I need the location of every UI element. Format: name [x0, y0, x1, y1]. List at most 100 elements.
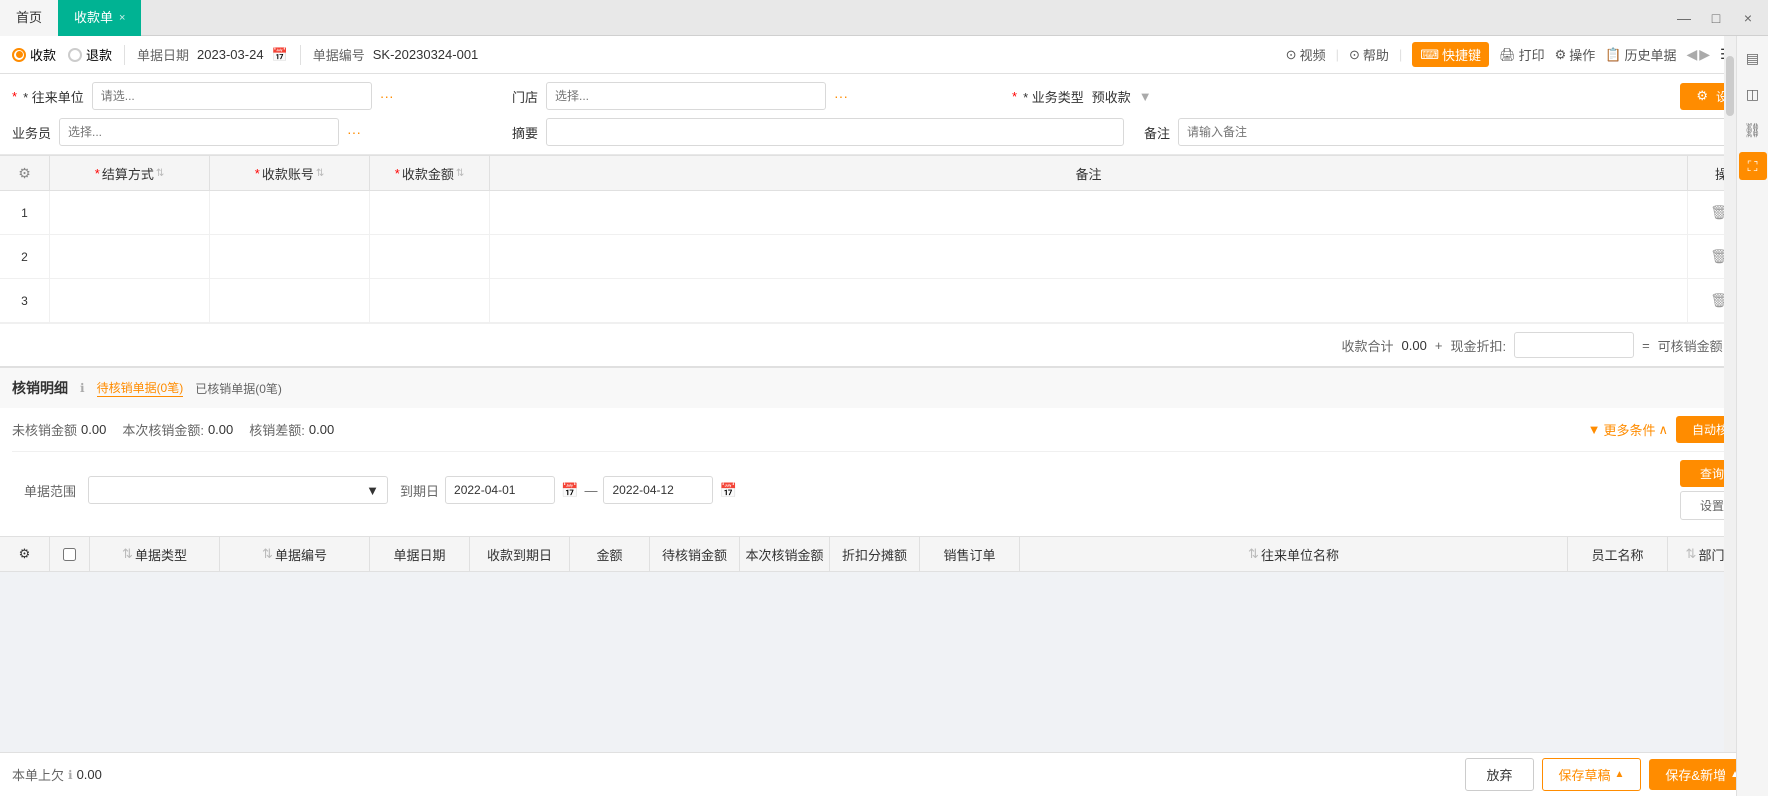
footer: 本单上欠 ℹ 0.00 放弃 保存草稿 ▲ 保存&新增 ▲: [0, 752, 1768, 796]
td-remark-1[interactable]: [490, 191, 1688, 234]
store-label: 门店: [512, 87, 538, 106]
history-icon: 📋: [1605, 47, 1621, 63]
receipt-type-group: 收款 退款: [12, 45, 112, 64]
bill-date-label: 单据日期: [137, 45, 189, 64]
discount-input[interactable]: [1514, 332, 1634, 358]
total-label: 收款合计: [1342, 336, 1394, 355]
td-settlement-1[interactable]: [50, 191, 210, 234]
bth-duedate: 收款到期日: [470, 537, 570, 571]
restore-button[interactable]: □: [1700, 0, 1732, 36]
tab-receipts[interactable]: 收款单 ×: [58, 0, 141, 36]
abandon-button[interactable]: 放弃: [1465, 758, 1533, 791]
cal-from-icon[interactable]: 📅: [561, 482, 578, 499]
footer-info-icon[interactable]: ℹ: [68, 768, 73, 782]
form-row-1: * * 往来单位 ··· 门店 ··· * * 业务类型 预收款 ▼ ⚙设置: [12, 82, 1756, 110]
scrollbar[interactable]: [1724, 36, 1736, 752]
bth-from: ⇅ 往来单位名称: [1020, 537, 1568, 571]
td-remark-3[interactable]: [490, 279, 1688, 322]
video-button[interactable]: ⊙ 视频: [1286, 45, 1326, 64]
footer-info: 本单上欠 ℹ 0.00: [12, 765, 102, 784]
pending-tab[interactable]: 待核销单据(0笔): [97, 379, 184, 397]
scrollbar-thumb[interactable]: [1726, 56, 1734, 116]
footer-buttons: 放弃 保存草稿 ▲ 保存&新增 ▲: [1465, 758, 1756, 791]
verification-info-icon[interactable]: ℹ: [80, 381, 85, 395]
select-all-checkbox[interactable]: [63, 548, 76, 561]
store-field: 门店 ···: [512, 82, 992, 110]
td-account-3[interactable]: [210, 279, 370, 322]
refund-radio-circle: [68, 48, 82, 62]
print-button[interactable]: 🖨 打印: [1499, 45, 1545, 64]
store-more-icon[interactable]: ···: [830, 88, 852, 104]
history-button[interactable]: 📋 历史单据: [1605, 45, 1676, 64]
prev-arrow[interactable]: ◀: [1686, 46, 1697, 63]
date-to-input[interactable]: [603, 476, 713, 504]
staff-input[interactable]: [59, 118, 339, 146]
td-settlement-2[interactable]: [50, 235, 210, 278]
current-verify-label: 本次核销金额:: [122, 420, 204, 439]
close-button[interactable]: ×: [1732, 0, 1764, 36]
td-settlement-3[interactable]: [50, 279, 210, 322]
completed-tab[interactable]: 已核销单据(0笔): [195, 380, 282, 397]
shortcut-icon: ⌨: [1420, 47, 1439, 63]
th-settings[interactable]: ⚙: [0, 156, 50, 190]
verification-title: 核销明细: [12, 378, 68, 398]
sidebar-icon-4[interactable]: ⛶: [1739, 152, 1767, 180]
bth-settings[interactable]: ⚙: [0, 537, 50, 571]
form-row-2: 业务员 ··· 摘要 备注: [12, 118, 1756, 146]
staff-label: 业务员: [12, 123, 51, 142]
remark-input[interactable]: [1178, 118, 1756, 146]
td-account-2[interactable]: [210, 235, 370, 278]
range-select[interactable]: ▼: [88, 476, 388, 504]
account-sort-icon[interactable]: ⇅: [316, 168, 324, 179]
amount-sort-icon[interactable]: ⇅: [456, 168, 464, 179]
range-label: 单据范围: [24, 481, 76, 500]
save-draft-button[interactable]: 保存草稿 ▲: [1542, 758, 1642, 791]
more-conditions-button[interactable]: ▼ 更多条件 ∧: [1588, 420, 1668, 439]
right-sidebar: ▤ ◫ ⛓ ⛶: [1736, 36, 1768, 796]
filter-row: 单据范围 ▼ 到期日 📅 — 📅 查询 设置: [12, 451, 1756, 528]
bth-pending: 待核销金额: [650, 537, 740, 571]
date-from-input[interactable]: [445, 476, 555, 504]
shortcut-button[interactable]: ⌨ 快捷键: [1412, 42, 1489, 67]
store-input[interactable]: [546, 82, 826, 110]
cal-to-icon[interactable]: 📅: [719, 482, 736, 499]
tab-close-icon[interactable]: ×: [119, 0, 125, 36]
bth-from-sort: ⇅: [1248, 546, 1259, 562]
td-amount-3[interactable]: [370, 279, 490, 322]
counterparty-input[interactable]: [92, 82, 372, 110]
staff-field: 业务员 ···: [12, 118, 492, 146]
business-type-label: * 业务类型: [1023, 87, 1084, 106]
discount-label: 现金折扣:: [1450, 336, 1506, 355]
calendar-icon[interactable]: 📅: [272, 47, 288, 63]
sidebar-icon-3[interactable]: ⛓: [1739, 116, 1767, 144]
operation-icon: ⚙: [1555, 47, 1567, 63]
staff-more-icon[interactable]: ···: [343, 124, 365, 140]
refund-radio[interactable]: 退款: [68, 45, 112, 64]
remark-label: 备注: [1144, 123, 1170, 142]
td-remark-2[interactable]: [490, 235, 1688, 278]
settlement-sort-icon[interactable]: ⇅: [156, 168, 164, 179]
filter-icon: ▼: [1588, 422, 1601, 437]
minimize-button[interactable]: —: [1668, 0, 1700, 36]
sidebar-icon-1[interactable]: ▤: [1739, 44, 1767, 72]
td-amount-1[interactable]: [370, 191, 490, 234]
tab-home[interactable]: 首页: [0, 0, 58, 36]
summary-input[interactable]: [546, 118, 1124, 146]
table-settings-icon[interactable]: ⚙: [18, 165, 31, 182]
business-type-dropdown[interactable]: ▼: [1139, 89, 1152, 104]
toolbar-divider-2: [300, 45, 301, 65]
next-arrow[interactable]: ▶: [1699, 46, 1710, 63]
bth-checkbox[interactable]: [50, 537, 90, 571]
diff-value: 0.00: [309, 422, 334, 437]
counterparty-more-icon[interactable]: ···: [376, 88, 398, 104]
td-amount-2[interactable]: [370, 235, 490, 278]
receipt-radio[interactable]: 收款: [12, 45, 56, 64]
unverified-field: 未核销金额 0.00: [12, 420, 106, 439]
td-account-1[interactable]: [210, 191, 370, 234]
bth-type-sort: ⇅: [122, 546, 133, 562]
bth-sales: 销售订单: [920, 537, 1020, 571]
remark-field: 备注: [1144, 118, 1756, 146]
help-button[interactable]: ⊙ 帮助: [1349, 45, 1389, 64]
operation-button[interactable]: ⚙ 操作: [1555, 45, 1596, 64]
sidebar-icon-2[interactable]: ◫: [1739, 80, 1767, 108]
